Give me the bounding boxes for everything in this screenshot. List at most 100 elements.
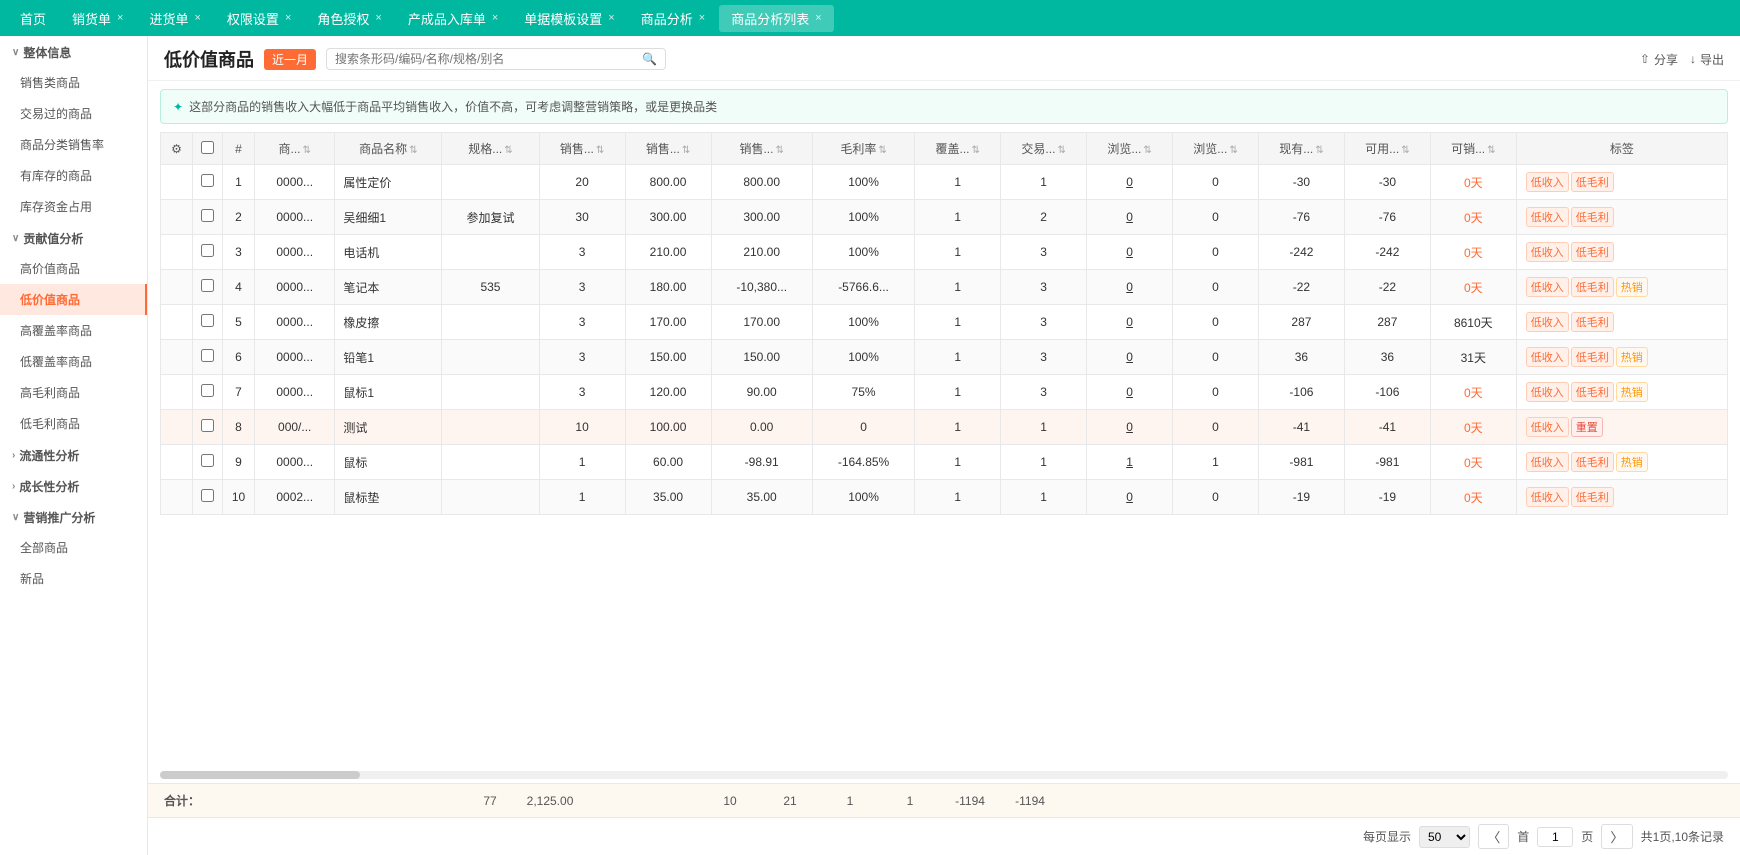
nav-purchase-order[interactable]: 进货单 × <box>137 5 212 32</box>
available-col-header[interactable]: 可用...⇅ <box>1344 133 1430 165</box>
row-checkbox[interactable] <box>201 174 214 187</box>
browse-link[interactable]: 0 <box>1126 420 1133 434</box>
browse1-col-header[interactable]: 浏览...⇅ <box>1087 133 1173 165</box>
nav-sales-order[interactable]: 销货单 × <box>60 5 135 32</box>
product-tags: 低收入低毛利 <box>1516 305 1727 340</box>
row-checkbox[interactable] <box>201 244 214 257</box>
row-checkbox[interactable] <box>201 279 214 292</box>
sidebar-item-sales-products[interactable]: 销售类商品 <box>0 67 147 98</box>
row-checkbox[interactable] <box>201 349 214 362</box>
browse-link[interactable]: 0 <box>1126 490 1133 504</box>
browse-link[interactable]: 0 <box>1126 280 1133 294</box>
sidebar-item-stocked-products[interactable]: 有库存的商品 <box>0 160 147 191</box>
sort-icon: ⇅ <box>775 145 783 156</box>
available-val: -106 <box>1344 375 1430 410</box>
browse2-val: 0 <box>1173 235 1259 270</box>
nav-close-icon[interactable]: × <box>699 12 705 24</box>
sidebar-group-marketing[interactable]: ∨ 营销推广分析 <box>0 501 147 532</box>
checkbox-cell[interactable] <box>193 270 223 305</box>
checkbox-cell[interactable] <box>193 305 223 340</box>
checkbox-cell[interactable] <box>193 235 223 270</box>
sort-icon: ⇅ <box>972 145 980 156</box>
sale-income-col-header[interactable]: 销售...⇅ <box>625 133 711 165</box>
search-icon[interactable]: 🔍 <box>642 52 657 66</box>
browse-link[interactable]: 0 <box>1126 210 1133 224</box>
stock-col-header[interactable]: 现有...⇅ <box>1258 133 1344 165</box>
sidebar-group-circulation[interactable]: › 流通性分析 <box>0 439 147 470</box>
nav-close-icon[interactable]: × <box>492 12 498 24</box>
share-button[interactable]: ⇧ 分享 <box>1640 51 1678 68</box>
code-col-header[interactable]: 商...⇅ <box>255 133 335 165</box>
checkbox-cell[interactable] <box>193 445 223 480</box>
sidebar-item-high-value[interactable]: 高价值商品 <box>0 253 147 284</box>
row-checkbox[interactable] <box>201 489 214 502</box>
nav-close-icon[interactable]: × <box>285 12 291 24</box>
checkbox-cell[interactable] <box>193 410 223 445</box>
nav-finished-goods[interactable]: 产成品入库单 × <box>396 5 510 32</box>
sale-avg: 210.00 <box>711 235 812 270</box>
trade-col-header[interactable]: 交易...⇅ <box>1001 133 1087 165</box>
filter-tag-button[interactable]: 近一月 <box>264 49 316 70</box>
nav-product-analysis[interactable]: 商品分析 × <box>629 5 717 32</box>
sidebar-group-contribution[interactable]: ∨ 贡献值分析 <box>0 222 147 253</box>
checkbox-cell[interactable] <box>193 200 223 235</box>
sale-avg-col-header[interactable]: 销售...⇅ <box>711 133 812 165</box>
export-button[interactable]: ↓ 导出 <box>1690 51 1724 68</box>
row-checkbox[interactable] <box>201 384 214 397</box>
margin-rate-col-header[interactable]: 毛利率⇅ <box>812 133 914 165</box>
sidebar-item-category-sales-rate[interactable]: 商品分类销售率 <box>0 129 147 160</box>
nav-product-analysis-list[interactable]: 商品分析列表 × <box>719 5 833 32</box>
select-all-checkbox[interactable] <box>201 141 214 154</box>
browse-link[interactable]: 0 <box>1126 385 1133 399</box>
browse-link[interactable]: 0 <box>1126 175 1133 189</box>
nav-close-icon[interactable]: × <box>815 12 821 24</box>
browse2-col-header[interactable]: 浏览...⇅ <box>1173 133 1259 165</box>
row-checkbox[interactable] <box>201 314 214 327</box>
checkbox-col-header[interactable] <box>193 133 223 165</box>
next-page-button[interactable]: 〉 <box>1601 824 1632 849</box>
checkbox-cell[interactable] <box>193 480 223 515</box>
sidebar-item-low-value[interactable]: 低价值商品 <box>0 284 147 315</box>
row-checkbox[interactable] <box>201 209 214 222</box>
row-checkbox[interactable] <box>201 419 214 432</box>
spec-col-header[interactable]: 规格...⇅ <box>442 133 539 165</box>
cover-col-header[interactable]: 覆盖...⇅ <box>915 133 1001 165</box>
sidebar-item-traded-products[interactable]: 交易过的商品 <box>0 98 147 129</box>
nav-home[interactable]: 首页 <box>8 5 58 32</box>
search-input[interactable] <box>335 52 636 66</box>
sidebar-item-low-margin[interactable]: 低毛利商品 <box>0 408 147 439</box>
nav-permission-settings[interactable]: 权限设置 × <box>215 5 303 32</box>
sidebar-item-new-products[interactable]: 新品 <box>0 563 147 594</box>
browse-link[interactable]: 0 <box>1126 245 1133 259</box>
nav-close-icon[interactable]: × <box>375 12 381 24</box>
row-checkbox[interactable] <box>201 454 214 467</box>
nav-role-auth[interactable]: 角色授权 × <box>305 5 393 32</box>
sidebar-item-all-products[interactable]: 全部商品 <box>0 532 147 563</box>
sidebar-group-growth[interactable]: › 成长性分析 <box>0 470 147 501</box>
checkbox-cell[interactable] <box>193 375 223 410</box>
sidebar-item-stock-capital[interactable]: 库存资金占用 <box>0 191 147 222</box>
sidebar-item-high-coverage[interactable]: 高覆盖率商品 <box>0 315 147 346</box>
nav-template-settings[interactable]: 单据模板设置 × <box>512 5 626 32</box>
nav-close-icon[interactable]: × <box>608 12 614 24</box>
checkbox-cell[interactable] <box>193 340 223 375</box>
checkbox-cell[interactable] <box>193 165 223 200</box>
horizontal-scrollbar[interactable] <box>160 771 1728 779</box>
nav-close-icon[interactable]: × <box>117 12 123 24</box>
page-number-input[interactable] <box>1537 827 1573 847</box>
nav-close-icon[interactable]: × <box>194 12 200 24</box>
browse-link[interactable]: 0 <box>1126 315 1133 329</box>
settings-col-header[interactable]: ⚙ <box>161 133 193 165</box>
browse-link[interactable]: 0 <box>1126 350 1133 364</box>
per-page-select[interactable]: 50 100 200 <box>1419 826 1470 848</box>
sale-qty-col-header[interactable]: 销售...⇅ <box>539 133 625 165</box>
sidebar-item-low-coverage[interactable]: 低覆盖率商品 <box>0 346 147 377</box>
browse-link[interactable]: 1 <box>1126 455 1133 469</box>
sidebar-item-high-margin[interactable]: 高毛利商品 <box>0 377 147 408</box>
salable-col-header[interactable]: 可销...⇅ <box>1430 133 1516 165</box>
scrollbar-thumb[interactable] <box>160 771 360 779</box>
sidebar-group-overview[interactable]: ∨ 整体信息 <box>0 36 147 67</box>
product-tags: 低收入低毛利 <box>1516 235 1727 270</box>
name-col-header[interactable]: 商品名称⇅ <box>335 133 442 165</box>
first-page-button[interactable]: 〈 <box>1478 824 1509 849</box>
